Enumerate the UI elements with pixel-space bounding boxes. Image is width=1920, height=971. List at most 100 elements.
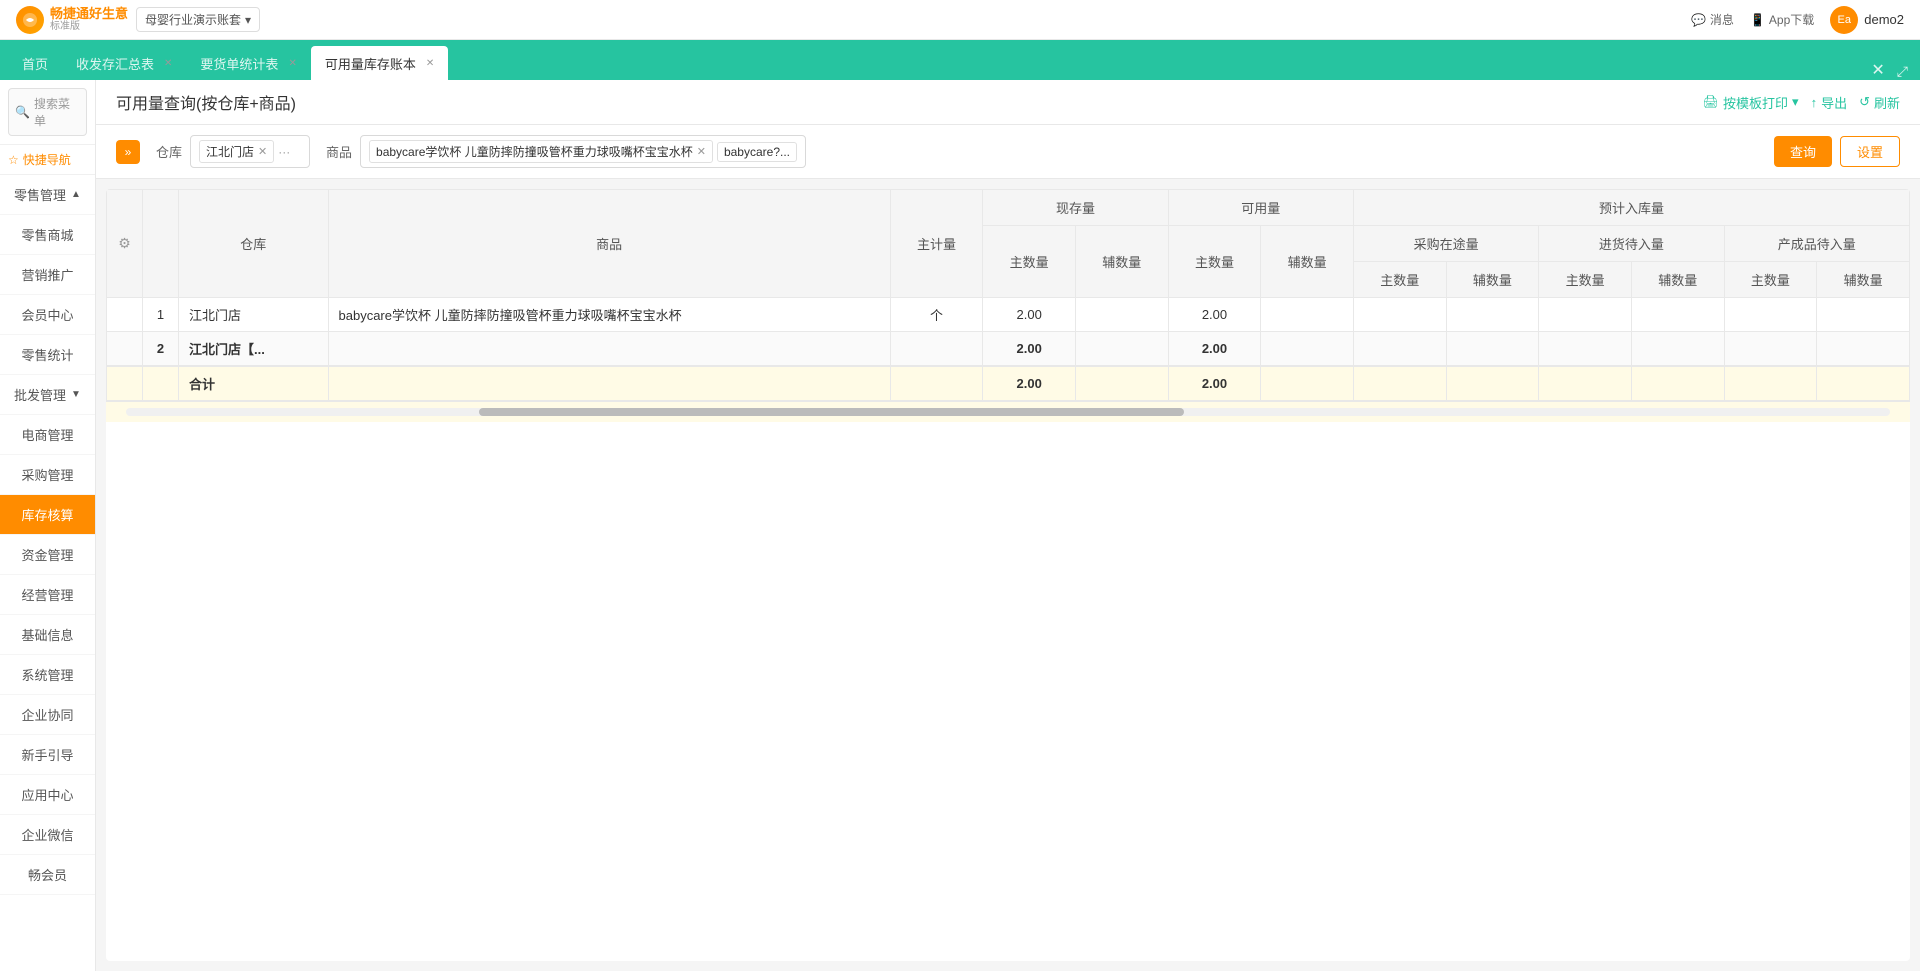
quick-nav-button[interactable]: ☆ 快捷导航 [0, 145, 95, 175]
tab-home[interactable]: 首页 [8, 46, 62, 80]
tenant-selector[interactable]: 母婴行业演示账套 ▾ [136, 7, 260, 32]
th-inbound-waiting: 进货待入量 [1539, 226, 1724, 262]
th-inbound-main: 主数量 [1539, 262, 1632, 298]
message-action[interactable]: 💬 消息 [1691, 11, 1734, 28]
table-group-row: 2 江北门店【... 2.00 2.00 [107, 332, 1910, 367]
tenant-name: 母婴行业演示账套 [145, 11, 241, 28]
page-header: 可用量查询(按仓库+商品) 🖨 按模板打印 ▾ ↑ 导出 ↺ 刷新 [96, 80, 1920, 125]
th-pur-transit-aux: 辅数量 [1446, 262, 1539, 298]
filter-bar: » 仓库 江北门店 ✕ ··· 商品 babycare学饮杯 儿童防摔防撞吸管杯… [96, 125, 1920, 179]
chevron-down-icon: ▾ [245, 13, 251, 27]
nav-tabs: 首页 收发存汇总表 ✕ 要货单统计表 ✕ 可用量库存账本 ✕ ✕ ⤢ [0, 40, 1920, 80]
cell-warehouse: 江北门店 [179, 298, 329, 332]
search-menu-label: 搜索菜单 [34, 95, 80, 129]
sidebar-item-marketing[interactable]: 营销推广 [0, 255, 95, 295]
product-tag1-remove[interactable]: ✕ [697, 145, 706, 158]
warehouse-tag-remove[interactable]: ✕ [258, 145, 267, 158]
sidebar-item-cooperation[interactable]: 企业协同 [0, 695, 95, 735]
sidebar-item-operations[interactable]: 经营管理 [0, 575, 95, 615]
page-actions: 🖨 按模板打印 ▾ ↑ 导出 ↺ 刷新 [1703, 93, 1901, 112]
horizontal-scrollbar[interactable] [126, 408, 1890, 416]
tab-expand[interactable]: ⤢ [1893, 63, 1912, 80]
cell-finished-aux [1817, 298, 1910, 332]
sidebar-item-wechat[interactable]: 企业微信 [0, 815, 95, 855]
summary-inbound-main [1539, 366, 1632, 401]
product-filter-input[interactable]: babycare学饮杯 儿童防摔防撞吸管杯重力球吸嘴杯宝宝水杯 ✕ babyca… [360, 135, 806, 168]
search-menu-button[interactable]: 🔍 搜索菜单 [8, 88, 87, 136]
sidebar-label-app-center: 应用中心 [21, 785, 73, 804]
print-button[interactable]: 🖨 按模板打印 ▾ [1703, 93, 1799, 112]
tab-close-all[interactable]: ✕ [1863, 60, 1892, 80]
tab-order-stats-label: 要货单统计表 [200, 54, 278, 73]
tab-order-stats-close[interactable]: ✕ [288, 58, 296, 69]
summary-product [328, 366, 890, 401]
sidebar-search-area: 🔍 搜索菜单 [0, 80, 95, 145]
th-avail-main: 主数量 [1168, 226, 1261, 298]
product-tag1: babycare学饮杯 儿童防摔防撞吸管杯重力球吸嘴杯宝宝水杯 ✕ [369, 140, 713, 163]
user-area[interactable]: Ea demo2 [1830, 6, 1904, 34]
sidebar-item-retail-mgmt[interactable]: 零售管理 ▲ [0, 175, 95, 215]
sidebar-item-ecommerce[interactable]: 电商管理 [0, 415, 95, 455]
scrollbar-thumb[interactable] [479, 408, 1185, 416]
cell-unit: 个 [890, 298, 983, 332]
sidebar-item-retail-stats[interactable]: 零售统计 [0, 335, 95, 375]
summary-no [143, 366, 179, 401]
tab-order-stats[interactable]: 要货单统计表 ✕ [186, 46, 310, 80]
cell-avail-aux [1261, 298, 1354, 332]
summary-settings [107, 366, 143, 401]
cell-current-aux [1075, 298, 1168, 332]
summary-pur-main [1353, 366, 1446, 401]
cell-inbound-aux [1631, 298, 1724, 332]
group-cell-finished-aux [1817, 332, 1910, 367]
avatar-initials: Ea [1838, 14, 1851, 26]
group-cell-product [328, 332, 890, 367]
sidebar-item-inventory[interactable]: 库存核算 [0, 495, 95, 535]
sidebar-label-member: 畅会员 [28, 865, 67, 884]
settings-button[interactable]: 设置 [1840, 136, 1900, 167]
top-bar-left: 畅捷通好生意 标准版 母婴行业演示账套 ▾ [16, 6, 260, 34]
settings-icon[interactable]: ⚙ [118, 235, 131, 251]
double-arrow-icon: » [125, 145, 132, 159]
sidebar-item-basic-info[interactable]: 基础信息 [0, 615, 95, 655]
logo-text: 畅捷通好生意 标准版 [50, 6, 128, 34]
export-button[interactable]: ↑ 导出 [1811, 93, 1848, 112]
sidebar-label-ecommerce: 电商管理 [21, 425, 73, 444]
cell-current-main: 2.00 [983, 298, 1076, 332]
th-available-qty: 可用量 [1168, 190, 1353, 226]
sidebar-label-inventory: 库存核算 [21, 505, 73, 524]
summary-finished-main [1724, 366, 1817, 401]
refresh-button[interactable]: ↺ 刷新 [1859, 93, 1900, 112]
user-name: demo2 [1864, 12, 1904, 27]
search-icon: 🔍 [15, 105, 30, 119]
tab-receive-summary[interactable]: 收发存汇总表 ✕ [62, 46, 186, 80]
warehouse-dots[interactable]: ··· [278, 145, 290, 159]
sidebar-item-wholesale-mgmt[interactable]: 批发管理 ▼ [0, 375, 95, 415]
sidebar-item-retail-mall[interactable]: 零售商城 [0, 215, 95, 255]
refresh-label: 刷新 [1874, 93, 1900, 112]
th-settings[interactable]: ⚙ [107, 190, 143, 298]
sidebar-item-member[interactable]: 畅会员 [0, 855, 95, 895]
sidebar-item-member-center[interactable]: 会员中心 [0, 295, 95, 335]
sidebar-item-system[interactable]: 系统管理 [0, 655, 95, 695]
tab-available-stock-close[interactable]: ✕ [426, 58, 434, 69]
warehouse-filter-input[interactable]: 江北门店 ✕ ··· [190, 135, 310, 168]
tab-receive-summary-close[interactable]: ✕ [164, 58, 172, 69]
sidebar-label-marketing: 营销推广 [21, 265, 73, 284]
summary-inbound-aux [1631, 366, 1724, 401]
group-cell-unit [890, 332, 983, 367]
sidebar-item-purchase-mgmt[interactable]: 采购管理 [0, 455, 95, 495]
summary-avail-main: 2.00 [1168, 366, 1261, 401]
query-button[interactable]: 查询 [1774, 136, 1832, 167]
sidebar-label-operations: 经营管理 [21, 585, 73, 604]
sidebar-item-finance[interactable]: 资金管理 [0, 535, 95, 575]
filter-expand-button[interactable]: » [116, 140, 140, 164]
sidebar-item-app-center[interactable]: 应用中心 [0, 775, 95, 815]
sidebar-item-new-guide[interactable]: 新手引导 [0, 735, 95, 775]
cell-product: babycare学饮杯 儿童防摔防撞吸管杯重力球吸嘴杯宝宝水杯 [328, 298, 890, 332]
warehouse-filter-label: 仓库 [156, 142, 182, 161]
app-download-action[interactable]: 📱 App下载 [1750, 11, 1814, 28]
sidebar-label-finance: 资金管理 [21, 545, 73, 564]
tab-available-stock[interactable]: 可用量库存账本 ✕ [311, 46, 448, 80]
sidebar-label-retail-mgmt: 零售管理 [14, 185, 66, 204]
table-area: ⚙ 仓库 商品 主计量 现存量 可用量 预计入库量 主数量 辅数量 主数量 [106, 189, 1910, 961]
